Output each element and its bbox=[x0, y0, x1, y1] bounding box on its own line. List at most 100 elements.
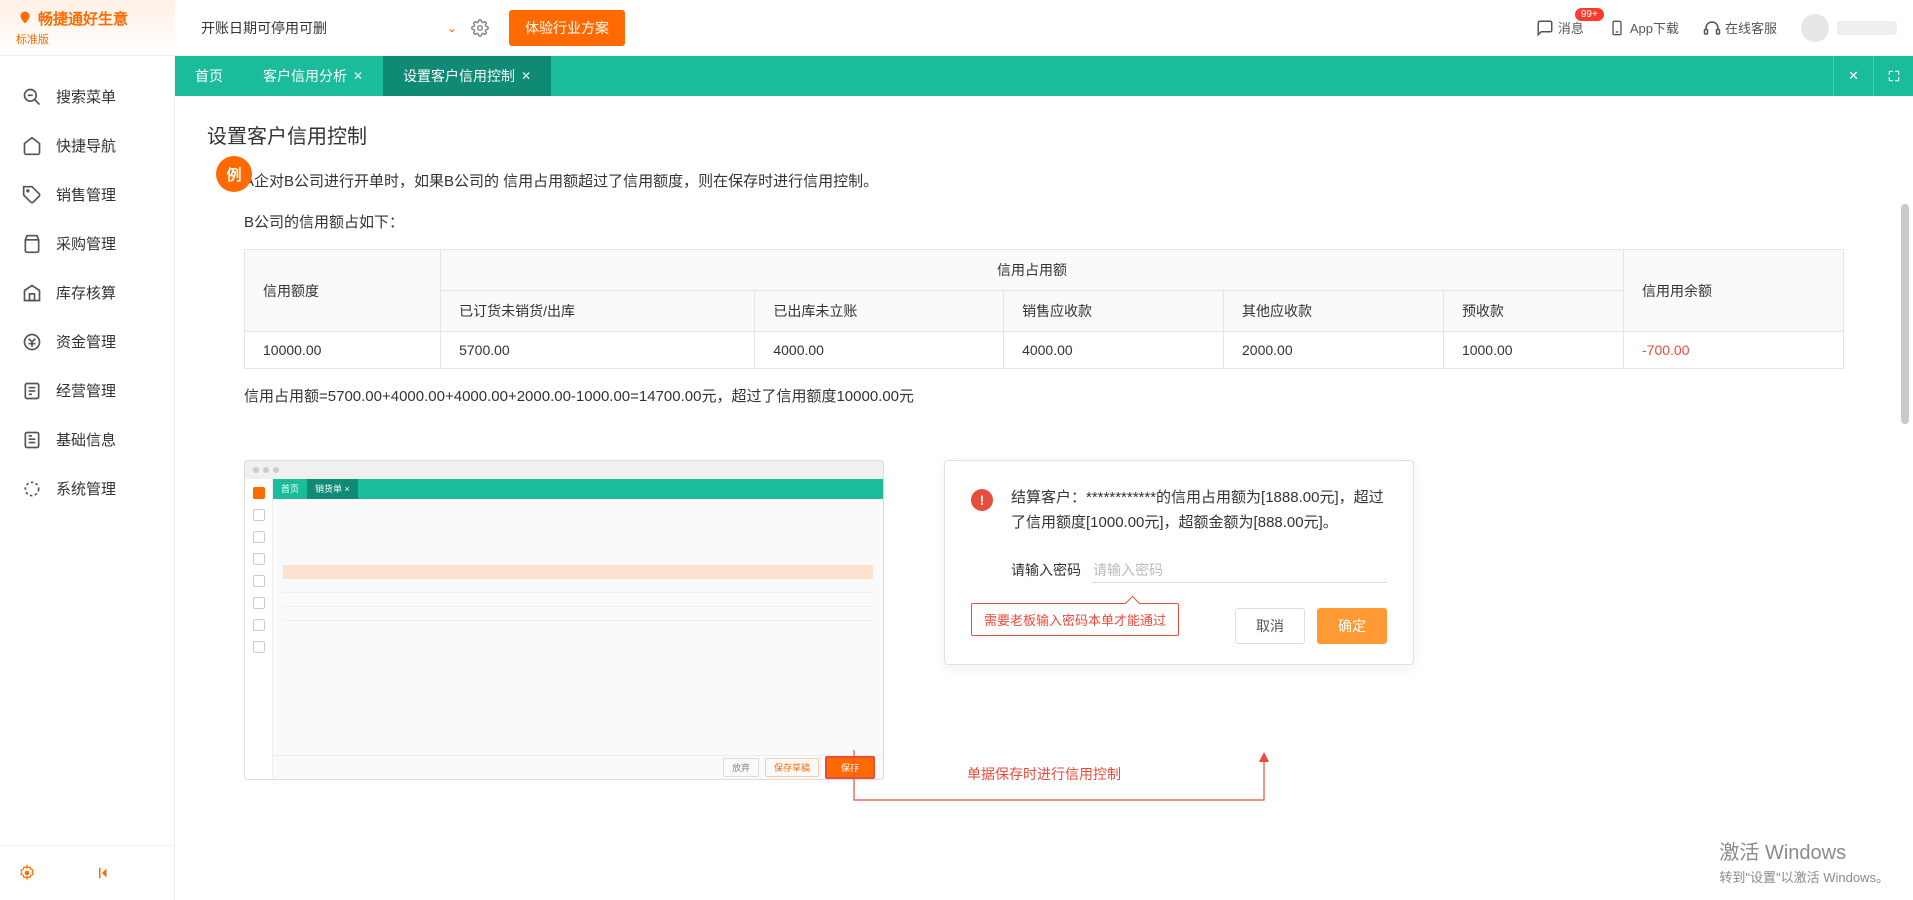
sidebar-item-label: 采购管理 bbox=[56, 233, 116, 254]
sidebar-item-label: 经营管理 bbox=[56, 380, 116, 401]
th-c5: 预收款 bbox=[1443, 291, 1623, 332]
cell-c4: 2000.00 bbox=[1224, 332, 1444, 369]
close-all-button[interactable]: ✕ bbox=[1833, 56, 1873, 96]
cell-c1: 5700.00 bbox=[441, 332, 755, 369]
sidebar-item-quicknav[interactable]: 快捷导航 bbox=[0, 121, 174, 170]
content: 设置客户信用控制 例 A企对B公司进行开单时，如果B公司的 信用占用额超过了信用… bbox=[175, 96, 1913, 900]
industry-plan-button[interactable]: 体验行业方案 bbox=[509, 10, 625, 46]
example-badge: 例 bbox=[216, 156, 252, 192]
close-icon[interactable]: ✕ bbox=[521, 69, 531, 83]
flow-caption: 单据保存时进行信用控制 bbox=[967, 764, 1121, 784]
credit-warning-dialog: ! 结算客户：************的信用占用额为[1888.00元]，超过了… bbox=[944, 460, 1414, 665]
tab-credit-control[interactable]: 设置客户信用控制✕ bbox=[383, 56, 551, 96]
example-p1: A企对B公司进行开单时，如果B公司的 信用占用额超过了信用额度，则在保存时进行信… bbox=[244, 168, 1844, 197]
table-row: 10000.00 5700.00 4000.00 4000.00 2000.00… bbox=[245, 332, 1844, 369]
topbar: 畅捷通好生意 标准版 开账日期可停用可删 ⌄ 体验行业方案 消息 99+ App… bbox=[0, 0, 1913, 56]
cell-c3: 4000.00 bbox=[1004, 332, 1224, 369]
dialog-message: 结算客户：************的信用占用额为[1888.00元]，超过了信用… bbox=[1011, 485, 1387, 536]
sidebar-footer bbox=[0, 845, 174, 900]
th-c3: 销售应收款 bbox=[1004, 291, 1224, 332]
windows-activation-watermark: 激活 Windows 转到"设置"以激活 Windows。 bbox=[1719, 836, 1889, 886]
tab-label: 客户信用分析 bbox=[263, 66, 347, 86]
sidebar-item-inventory[interactable]: 库存核算 bbox=[0, 268, 174, 317]
cell-balance: -700.00 bbox=[1624, 332, 1844, 369]
warning-icon: ! bbox=[971, 489, 993, 511]
shot-save: 保存 bbox=[825, 756, 875, 779]
cancel-button[interactable]: 取消 bbox=[1235, 608, 1305, 644]
sidebar-item-funds[interactable]: 资金管理 bbox=[0, 317, 174, 366]
tabstrip: 首页 客户信用分析 ✕ 设置客户信用控制✕ ✕ bbox=[175, 56, 1913, 96]
avatar[interactable] bbox=[1801, 14, 1829, 42]
gear-icon bbox=[22, 479, 42, 499]
bag-icon bbox=[22, 234, 42, 254]
headset-icon bbox=[1703, 19, 1721, 37]
th-balance: 信用用余额 bbox=[1624, 250, 1844, 332]
app-download-link[interactable]: App下载 bbox=[1608, 18, 1679, 37]
doc-icon bbox=[22, 381, 42, 401]
warehouse-icon bbox=[22, 283, 42, 303]
activation-subtitle: 转到"设置"以激活 Windows。 bbox=[1719, 867, 1889, 886]
fullscreen-button[interactable] bbox=[1873, 56, 1913, 96]
sidebar-item-basic[interactable]: 基础信息 bbox=[0, 415, 174, 464]
sidebar-item-label: 快捷导航 bbox=[56, 135, 116, 156]
th-c1: 已订货未销货/出库 bbox=[441, 291, 755, 332]
help-document: 例 A企对B公司进行开单时，如果B公司的 信用占用额超过了信用额度，则在保存时进… bbox=[203, 167, 1885, 821]
cell-c5: 1000.00 bbox=[1443, 332, 1623, 369]
support-label: 在线客服 bbox=[1725, 18, 1777, 37]
sidebar-item-label: 销售管理 bbox=[56, 184, 116, 205]
close-icon[interactable]: ✕ bbox=[353, 69, 363, 83]
sidebar-item-label: 基础信息 bbox=[56, 429, 116, 450]
tab-label: 首页 bbox=[195, 66, 223, 86]
chevron-down-icon: ⌄ bbox=[447, 21, 457, 35]
sidebar-item-label: 系统管理 bbox=[56, 478, 116, 499]
app-download-label: App下载 bbox=[1630, 18, 1679, 37]
sidebar-item-label: 资金管理 bbox=[56, 331, 116, 352]
example-p3: 信用占用额=5700.00+4000.00+4000.00+2000.00-10… bbox=[244, 383, 1844, 412]
sidebar-item-business[interactable]: 经营管理 bbox=[0, 366, 174, 415]
sidebar-item-purchase[interactable]: 采购管理 bbox=[0, 219, 174, 268]
sidebar-item-system[interactable]: 系统管理 bbox=[0, 464, 174, 513]
password-label: 请输入密码 bbox=[1011, 560, 1081, 580]
brand-name: 畅捷通好生意 bbox=[38, 8, 128, 29]
screenshot-thumbnail: 首页销货单 × 放弃 保存草稿 bbox=[244, 460, 884, 780]
brand: 畅捷通好生意 标准版 bbox=[0, 0, 175, 55]
th-credit-limit: 信用额度 bbox=[245, 250, 441, 332]
user-name-placeholder bbox=[1837, 21, 1897, 35]
dialog-hint: 需要老板输入密码本单才能通过 bbox=[971, 603, 1179, 636]
shot-tab-home: 首页 bbox=[273, 479, 307, 499]
money-icon bbox=[22, 332, 42, 352]
sidebar-item-sales[interactable]: 销售管理 bbox=[0, 170, 174, 219]
chat-icon bbox=[1536, 19, 1554, 37]
th-occupy: 信用占用额 bbox=[441, 250, 1624, 291]
phone-icon bbox=[1608, 19, 1626, 37]
tab-home[interactable]: 首页 bbox=[175, 56, 243, 96]
settings-icon[interactable] bbox=[471, 19, 489, 37]
support-link[interactable]: 在线客服 bbox=[1703, 18, 1777, 37]
brand-logo-icon bbox=[16, 10, 34, 28]
th-c4: 其他应收款 bbox=[1224, 291, 1444, 332]
footer-gear-icon[interactable] bbox=[18, 864, 36, 882]
sidebar-item-search[interactable]: 搜索菜单 bbox=[0, 72, 174, 121]
cell-limit: 10000.00 bbox=[245, 332, 441, 369]
tag-icon bbox=[22, 185, 42, 205]
scrollbar[interactable] bbox=[1901, 196, 1909, 890]
collapse-icon[interactable] bbox=[96, 864, 114, 882]
th-c2: 已出库未立账 bbox=[755, 291, 1004, 332]
messages-badge: 99+ bbox=[1575, 8, 1604, 21]
search-icon bbox=[22, 87, 42, 107]
shot-tab-active: 销货单 × bbox=[307, 479, 358, 499]
ok-button[interactable]: 确定 bbox=[1317, 608, 1387, 644]
page-title: 设置客户信用控制 bbox=[207, 120, 1885, 149]
sidebar: 搜索菜单 快捷导航 销售管理 采购管理 库存核算 资金管理 bbox=[0, 56, 175, 900]
password-input[interactable] bbox=[1091, 558, 1387, 583]
example-p2: B公司的信用额占如下： bbox=[244, 209, 1844, 238]
account-dropdown[interactable]: 开账日期可停用可删 ⌄ bbox=[201, 18, 457, 38]
tab-credit-analysis[interactable]: 客户信用分析 ✕ bbox=[243, 56, 383, 96]
sidebar-item-label: 库存核算 bbox=[56, 282, 116, 303]
sidebar-item-label: 搜索菜单 bbox=[56, 86, 116, 107]
home-icon bbox=[22, 136, 42, 156]
credit-table: 信用额度 信用占用额 信用用余额 已订货未销货/出库 已出库未立账 销售应收款 … bbox=[244, 249, 1844, 369]
activation-title: 激活 Windows bbox=[1719, 836, 1889, 865]
shot-save-draft: 保存草稿 bbox=[765, 758, 819, 777]
messages-link[interactable]: 消息 99+ bbox=[1536, 18, 1584, 37]
